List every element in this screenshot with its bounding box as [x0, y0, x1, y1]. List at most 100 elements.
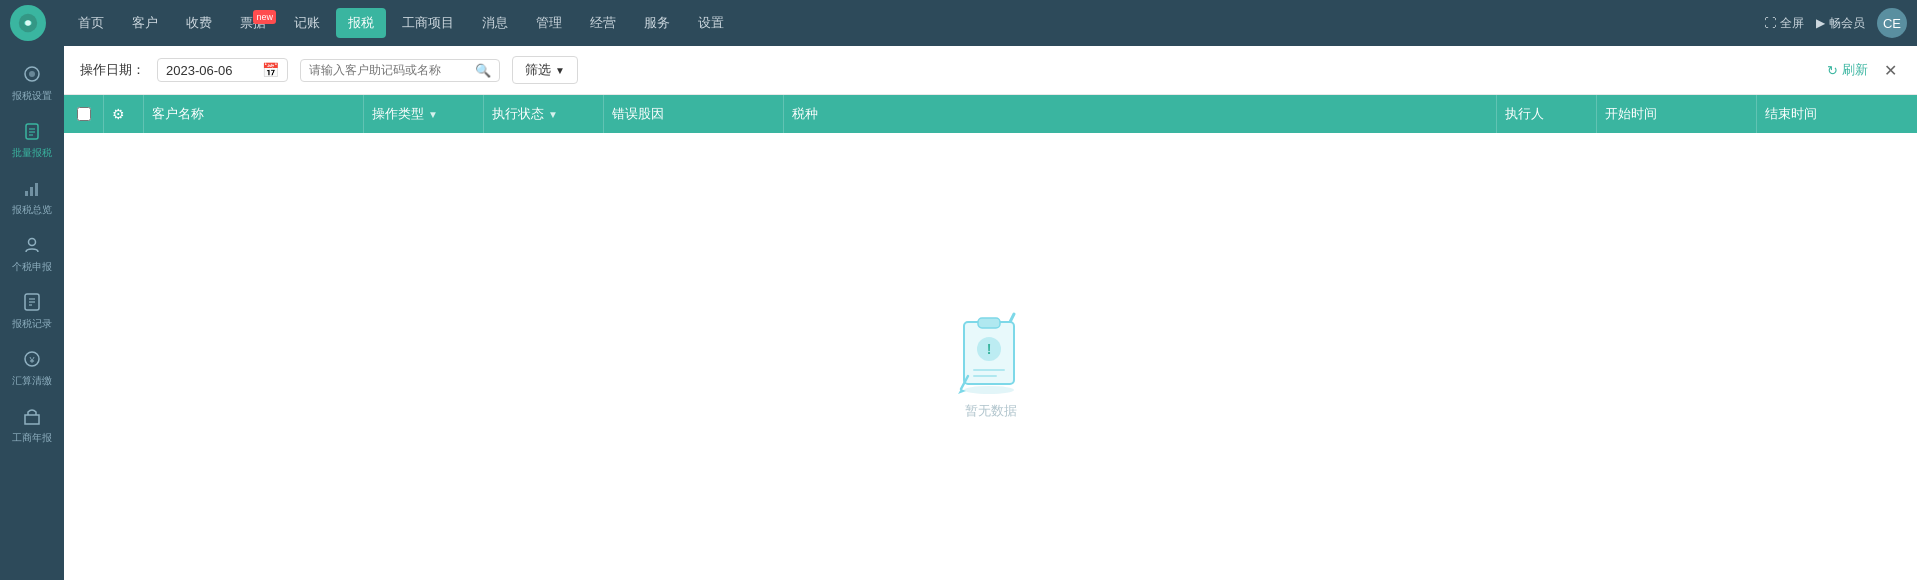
th-endtime: 结束时间	[1757, 95, 1917, 133]
nav-items: 首页客户收费票据new记账报税工商项目消息管理经营服务设置	[66, 8, 1764, 38]
th-taxtype-label: 税种	[792, 105, 818, 123]
th-executor-label: 执行人	[1505, 105, 1544, 123]
baosuizonglan-label: 报税总览	[12, 203, 52, 217]
nav-item-报税[interactable]: 报税	[336, 8, 386, 38]
svg-point-11	[29, 239, 36, 246]
baoshuishezhi-icon	[20, 62, 44, 86]
fullscreen-icon: ⛶	[1764, 16, 1776, 30]
content-area: 操作日期： 📅 🔍 筛选 ▼ ↻ 刷新 ✕	[64, 46, 1917, 580]
svg-point-1	[25, 20, 31, 26]
th-status-label: 执行状态	[492, 105, 544, 123]
optype-filter-icon[interactable]: ▼	[428, 109, 438, 120]
sidebar-item-gongshangnianbaoo[interactable]: 工商年报	[0, 396, 64, 453]
th-endtime-label: 结束时间	[1765, 105, 1817, 123]
th-checkbox[interactable]	[64, 95, 104, 133]
top-nav: 首页客户收费票据new记账报税工商项目消息管理经营服务设置 ⛶ 全屏 ▶ 畅会员…	[0, 0, 1917, 46]
nav-right: ⛶ 全屏 ▶ 畅会员 CE	[1764, 8, 1907, 38]
th-starttime-label: 开始时间	[1605, 105, 1657, 123]
nav-item-工商项目[interactable]: 工商项目	[390, 8, 466, 38]
th-optype-label: 操作类型	[372, 105, 424, 123]
th-taxtype: 税种	[784, 95, 1497, 133]
piliangshaoshui-label: 批量报税	[12, 146, 52, 160]
table-body: ! 暂无数据	[64, 133, 1917, 580]
main-layout: 报税设置批量报税报税总览个税申报报税记录 ¥汇算清缴工商年报 操作日期： 📅 🔍 …	[0, 46, 1917, 580]
gongshangnianbaoo-icon	[20, 404, 44, 428]
th-optype: 操作类型 ▼	[364, 95, 484, 133]
geshuishenbao-icon	[20, 233, 44, 257]
search-wrap[interactable]: 🔍	[300, 59, 500, 82]
geshuishenbao-label: 个税申报	[12, 260, 52, 274]
huisuanqingshu-icon: ¥	[20, 347, 44, 371]
select-all-checkbox[interactable]	[77, 107, 91, 121]
gongshangnianbaoo-label: 工商年报	[12, 431, 52, 445]
svg-point-3	[29, 71, 35, 77]
search-icon: 🔍	[475, 63, 491, 78]
vip-icon: ▶	[1816, 16, 1825, 30]
sidebar-item-baoshuishezhi[interactable]: 报税设置	[0, 54, 64, 111]
status-filter-icon[interactable]: ▼	[548, 109, 558, 120]
refresh-icon: ↻	[1827, 63, 1838, 78]
th-executor: 执行人	[1497, 95, 1597, 133]
sidebar: 报税设置批量报税报税总览个税申报报税记录 ¥汇算清缴工商年报	[0, 46, 64, 580]
toolbar: 操作日期： 📅 🔍 筛选 ▼ ↻ 刷新 ✕	[64, 46, 1917, 95]
nav-item-服务[interactable]: 服务	[632, 8, 682, 38]
filter-button[interactable]: 筛选 ▼	[512, 56, 578, 84]
sidebar-item-baosuizonglan[interactable]: 报税总览	[0, 168, 64, 225]
logo[interactable]	[10, 5, 46, 41]
nav-item-收费[interactable]: 收费	[174, 8, 224, 38]
baosuizonglan-icon	[20, 176, 44, 200]
svg-rect-18	[25, 415, 39, 424]
sidebar-item-piliangshaoshui[interactable]: 批量报税	[0, 111, 64, 168]
piliangshaoshui-icon	[20, 119, 44, 143]
search-input[interactable]	[309, 63, 471, 77]
nav-item-消息[interactable]: 消息	[470, 8, 520, 38]
fullscreen-button[interactable]: ⛶ 全屏	[1764, 15, 1804, 32]
th-settings: ⚙	[104, 95, 144, 133]
empty-text: 暂无数据	[965, 402, 1017, 420]
sidebar-item-geshuishenbao[interactable]: 个税申报	[0, 225, 64, 282]
avatar-text: CE	[1883, 16, 1901, 31]
refresh-button[interactable]: ↻ 刷新	[1827, 61, 1868, 79]
svg-text:!: !	[986, 341, 991, 357]
nav-item-管理[interactable]: 管理	[524, 8, 574, 38]
svg-rect-10	[35, 183, 38, 196]
vip-label: 畅会员	[1829, 15, 1865, 32]
svg-rect-22	[978, 318, 1000, 328]
nav-item-票据[interactable]: 票据new	[228, 8, 278, 38]
sidebar-item-baosuijilu[interactable]: 报税记录	[0, 282, 64, 339]
nav-item-经营[interactable]: 经营	[578, 8, 628, 38]
date-input[interactable]	[166, 63, 256, 78]
table-container: ⚙ 客户名称 操作类型 ▼ 执行状态 ▼ 错误股因 税种	[64, 95, 1917, 580]
chevron-down-icon: ▼	[555, 65, 565, 76]
th-status: 执行状态 ▼	[484, 95, 604, 133]
baoshuishezhi-label: 报税设置	[12, 89, 52, 103]
svg-text:¥: ¥	[28, 355, 35, 365]
baosuijilu-label: 报税记录	[12, 317, 52, 331]
vip-button[interactable]: ▶ 畅会员	[1816, 15, 1865, 32]
th-error: 错误股因	[604, 95, 784, 133]
nav-item-记账[interactable]: 记账	[282, 8, 332, 38]
th-error-label: 错误股因	[612, 105, 664, 123]
refresh-label: 刷新	[1842, 61, 1868, 79]
calendar-icon: 📅	[262, 62, 279, 78]
svg-point-27	[964, 386, 1014, 394]
baosuijilu-icon	[20, 290, 44, 314]
nav-item-客户[interactable]: 客户	[120, 8, 170, 38]
avatar[interactable]: CE	[1877, 8, 1907, 38]
nav-badge-new: new	[253, 10, 276, 24]
settings-icon: ⚙	[112, 106, 125, 122]
sidebar-item-huisuanqingshu[interactable]: ¥汇算清缴	[0, 339, 64, 396]
empty-clipboard-svg: !	[946, 294, 1036, 394]
empty-illustration: ! 暂无数据	[946, 294, 1036, 420]
filter-label: 筛选	[525, 61, 551, 79]
table-header: ⚙ 客户名称 操作类型 ▼ 执行状态 ▼ 错误股因 税种	[64, 95, 1917, 133]
svg-rect-9	[30, 187, 33, 196]
nav-item-首页[interactable]: 首页	[66, 8, 116, 38]
svg-rect-8	[25, 191, 28, 196]
th-customer: 客户名称	[144, 95, 364, 133]
th-customer-label: 客户名称	[152, 105, 204, 123]
close-button[interactable]: ✕	[1880, 61, 1901, 80]
date-input-wrap[interactable]: 📅	[157, 58, 288, 82]
nav-item-设置[interactable]: 设置	[686, 8, 736, 38]
fullscreen-label: 全屏	[1780, 15, 1804, 32]
